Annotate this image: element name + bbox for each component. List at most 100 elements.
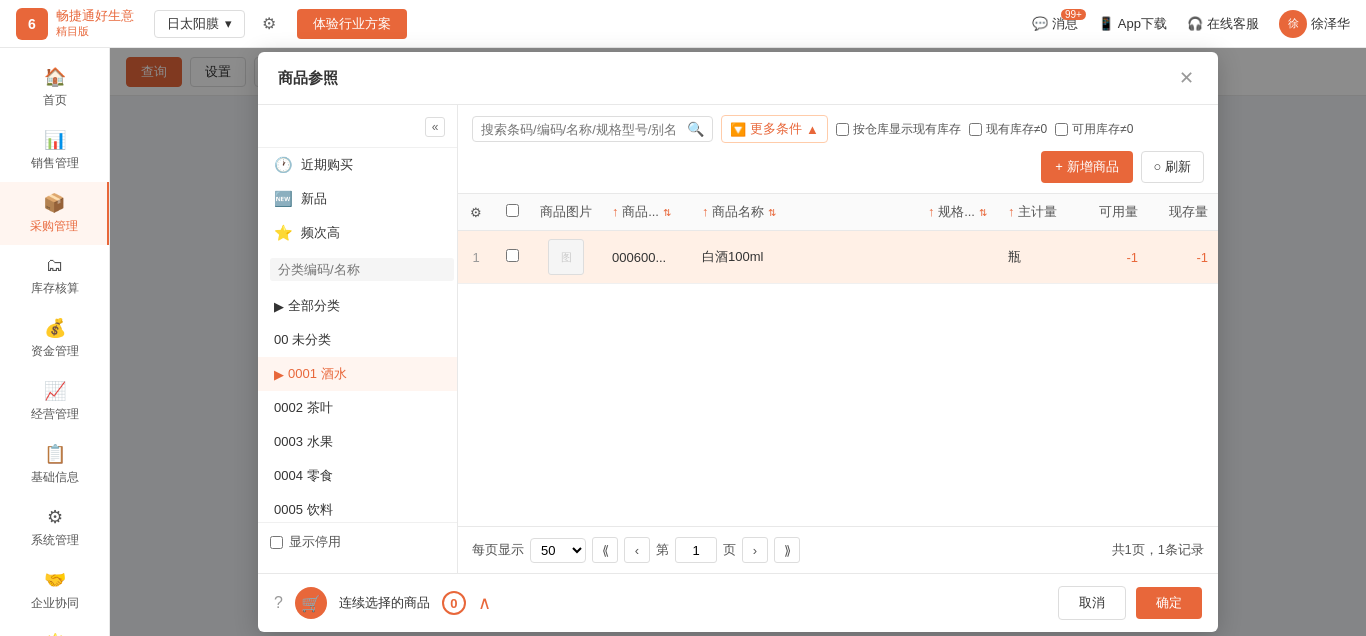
col-img-header[interactable]: 商品图片 (530, 194, 602, 231)
col-spec-sort-icon: ↑ (928, 204, 935, 219)
col-code-sort-icon: ↑ (612, 204, 619, 219)
col-stock-label: 现存量 (1169, 204, 1208, 219)
col-name-header[interactable]: ↑ 商品名称 (692, 194, 918, 231)
content-area: 查询 设置 刷新 商品参照 ✕ « (110, 48, 1366, 636)
footer-collapse-icon[interactable]: ∧ (478, 592, 491, 614)
confirm-button[interactable]: 确定 (1136, 587, 1202, 619)
footer-right: 取消 确定 (1058, 586, 1202, 620)
sidebar-item-home[interactable]: 🏠 首页 (0, 56, 109, 119)
page-size-select[interactable]: 50 10 20 100 (530, 538, 586, 563)
sidebar-label-home: 首页 (43, 92, 67, 109)
nav-gear[interactable]: ⚙ (253, 8, 285, 40)
category-search-input[interactable] (270, 258, 454, 281)
avail-nonzero-checkbox[interactable] (1055, 123, 1068, 136)
prev-page-button[interactable]: ‹ (624, 537, 650, 563)
finance-icon: 💰 (44, 317, 66, 339)
stock-nonzero-checkbox[interactable] (969, 123, 982, 136)
sidebar-item-sales[interactable]: 📊 销售管理 (0, 119, 109, 182)
cart-icon[interactable]: 🛒 (295, 587, 327, 619)
sidebar: 🏠 首页 📊 销售管理 📦 采购管理 🗂 库存核算 💰 资金管理 📈 经营管理 … (0, 48, 110, 636)
cat-0003[interactable]: 0003 水果 (258, 425, 457, 459)
sidebar-label-inventory: 库存核算 (31, 280, 79, 297)
product-reference-modal: 商品参照 ✕ « 🕐 近期购买 � (258, 52, 1218, 632)
nav-service[interactable]: 🎧 在线客服 (1187, 15, 1259, 33)
show-disabled-label[interactable]: 显示停用 (270, 533, 445, 551)
table-row[interactable]: 1 图 (458, 231, 1218, 284)
selector-label: 日太阳膜 (167, 15, 219, 33)
col-avail-header[interactable]: 可用量 (1068, 194, 1148, 231)
cat-00[interactable]: 00 未分类 (258, 323, 457, 357)
col-spec-label: 规格... (938, 204, 975, 219)
search-button[interactable]: 🔍 (687, 121, 704, 137)
page-input[interactable] (675, 537, 717, 563)
modal-close-button[interactable]: ✕ (1174, 66, 1198, 90)
refresh-button[interactable]: ○ 刷新 (1141, 151, 1204, 183)
sidebar-item-finance[interactable]: 💰 资金管理 (0, 307, 109, 370)
nav-user[interactable]: 徐 徐泽华 (1279, 10, 1350, 38)
quick-item-new[interactable]: 🆕 新品 (258, 182, 457, 216)
warehouse-checkbox[interactable] (836, 123, 849, 136)
row-check[interactable] (494, 231, 530, 284)
checkbox-stock-nonzero[interactable]: 现有库存≠0 (969, 121, 1047, 138)
add-product-button[interactable]: + 新增商品 (1041, 151, 1132, 183)
sidebar-label-finance: 资金管理 (31, 343, 79, 360)
nav-selector[interactable]: 日太阳膜 ▾ (154, 10, 245, 38)
show-disabled-text: 显示停用 (289, 533, 341, 551)
sidebar-item-purchase[interactable]: 📦 采购管理 (0, 182, 109, 245)
experience-button[interactable]: 体验行业方案 (297, 9, 407, 39)
quick-item-recent[interactable]: 🕐 近期购买 (258, 148, 457, 182)
search-box: 🔍 (472, 116, 713, 142)
cat-0002[interactable]: 0002 茶叶 (258, 391, 457, 425)
help-icon[interactable]: ? (274, 594, 283, 612)
page-info: 共1页，1条记录 (1112, 541, 1204, 559)
quick-label-new: 新品 (301, 190, 327, 208)
col-unit-header[interactable]: ↑ 主计量 (998, 194, 1068, 231)
cat-0005[interactable]: 0005 饮料 (258, 493, 457, 522)
cat-0001-arrow: ▶ (274, 367, 284, 382)
quick-item-freq[interactable]: ⭐ 频次高 (258, 216, 457, 250)
product-image: 图 (548, 239, 584, 275)
sidebar-item-guide[interactable]: 🌟 新手引导 (0, 622, 109, 636)
cancel-button[interactable]: 取消 (1058, 586, 1126, 620)
filter-button[interactable]: 🔽 更多条件 ▲ (721, 115, 828, 143)
col-spec-header[interactable]: ↑ 规格... (918, 194, 998, 231)
cat-all[interactable]: ▶ 全部分类 (258, 289, 457, 323)
checkbox-avail-nonzero[interactable]: 可用库存≠0 (1055, 121, 1133, 138)
col-stock-header[interactable]: 现存量 (1148, 194, 1218, 231)
cat-0001[interactable]: ▶ 0001 酒水 (258, 357, 457, 391)
last-page-button[interactable]: ⟫ (774, 537, 800, 563)
sidebar-item-base[interactable]: 📋 基础信息 (0, 433, 109, 496)
sidebar-item-operations[interactable]: 📈 经营管理 (0, 370, 109, 433)
nav-message[interactable]: 💬 消息 99+ (1032, 15, 1078, 33)
row-setting[interactable]: 1 (458, 231, 494, 284)
cat-0004[interactable]: 0004 零食 (258, 459, 457, 493)
col-check-header[interactable] (494, 194, 530, 231)
sidebar-item-collab[interactable]: 🤝 企业协同 (0, 559, 109, 622)
first-page-button[interactable]: ⟪ (592, 537, 618, 563)
cat-0001-label: 0001 酒水 (288, 365, 347, 383)
row-checkbox[interactable] (506, 249, 519, 262)
checkbox-warehouse[interactable]: 按仓库显示现有库存 (836, 121, 961, 138)
col-code-header[interactable]: ↑ 商品... (602, 194, 692, 231)
quick-label-recent: 近期购买 (301, 156, 353, 174)
sidebar-item-inventory[interactable]: 🗂 库存核算 (0, 245, 109, 307)
toolbar-right: + 新增商品 ○ 刷新 (1041, 151, 1204, 183)
base-icon: 📋 (44, 443, 66, 465)
select-all-checkbox[interactable] (506, 204, 519, 217)
col-img-label: 商品图片 (540, 204, 592, 219)
col-setting-header[interactable]: ⚙ (458, 194, 494, 231)
show-disabled-checkbox[interactable] (270, 536, 283, 549)
right-panel: 🔍 🔽 更多条件 ▲ 按仓库显示现有库存 (458, 105, 1218, 573)
next-page-button[interactable]: › (742, 537, 768, 563)
collapse-button[interactable]: « (425, 117, 445, 137)
avail-nonzero-label: 可用库存≠0 (1072, 121, 1133, 138)
modal-header: 商品参照 ✕ (258, 52, 1218, 105)
top-nav: 6 畅捷通好生意 精目版 日太阳膜 ▾ ⚙ 体验行业方案 💬 消息 99+ 📱 … (0, 0, 1366, 48)
pagination-bar: 每页显示 50 10 20 100 ⟪ ‹ 第 页 (458, 526, 1218, 573)
search-input[interactable] (481, 122, 681, 137)
nav-app[interactable]: 📱 App下载 (1098, 15, 1167, 33)
sidebar-item-system[interactable]: ⚙ 系统管理 (0, 496, 109, 559)
service-icon: 🎧 (1187, 16, 1203, 31)
user-name: 徐泽华 (1311, 15, 1350, 33)
left-panel: « 🕐 近期购买 🆕 新品 ⭐ 频次高 (258, 105, 458, 573)
